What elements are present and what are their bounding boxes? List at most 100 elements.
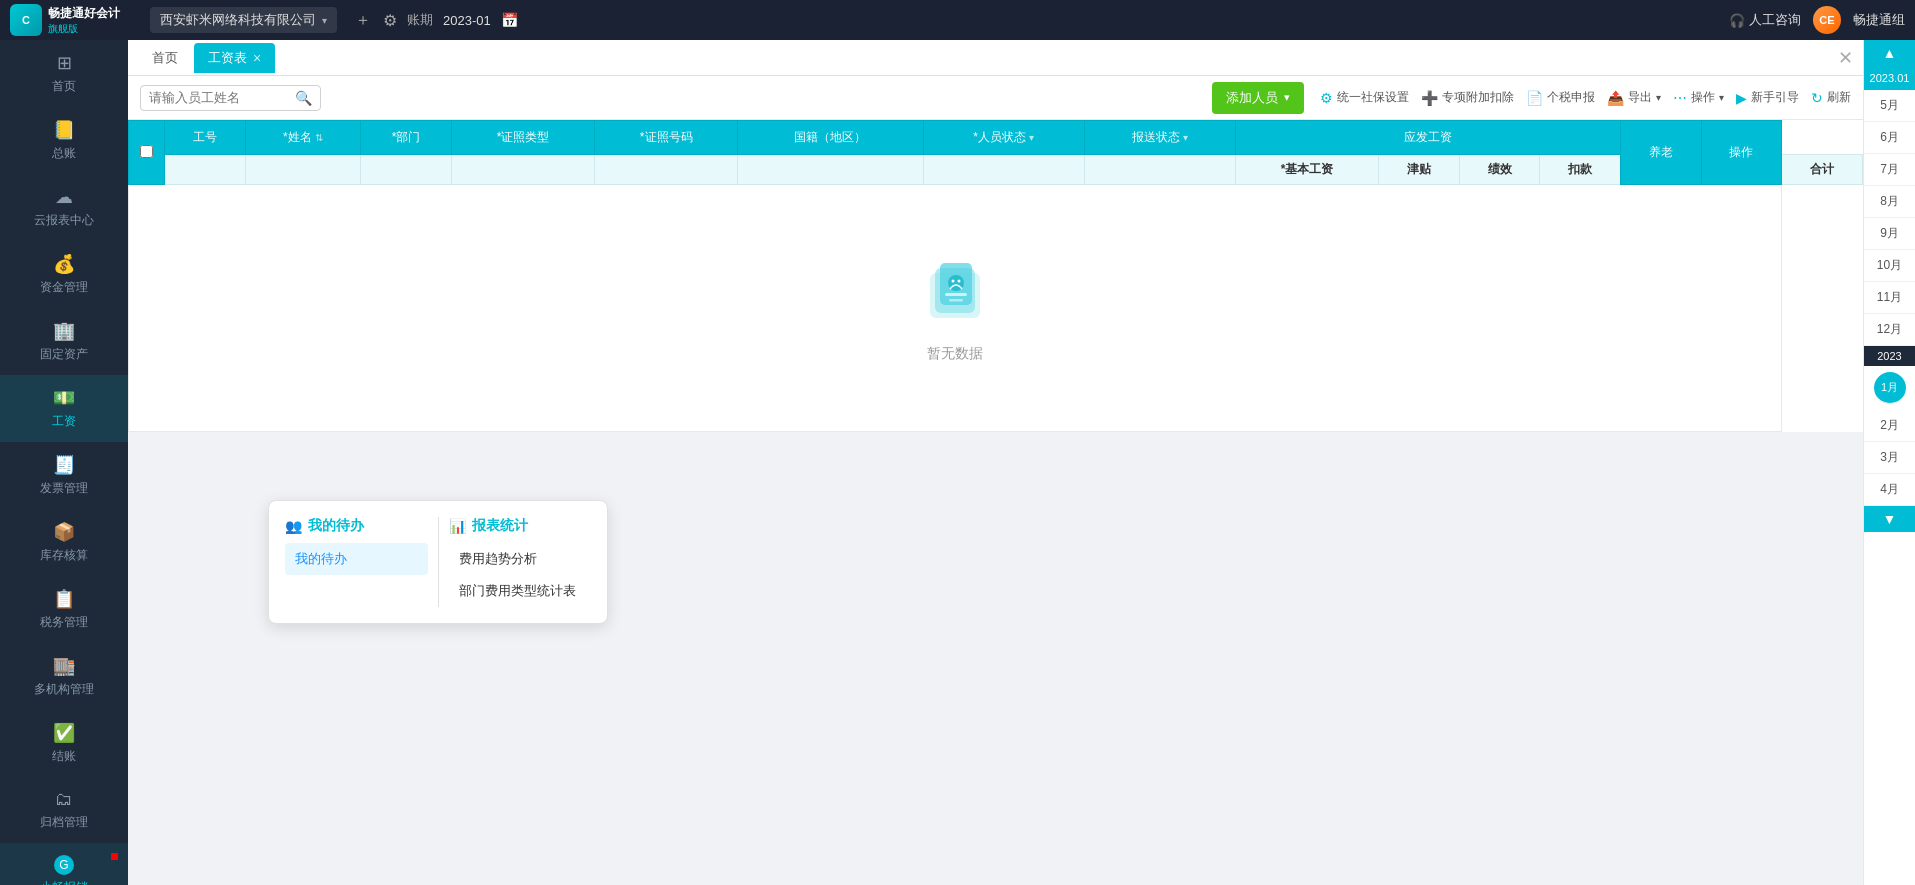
refresh-button[interactable]: ↻ 刷新 bbox=[1811, 89, 1851, 106]
tab-salary[interactable]: 工资表 × bbox=[194, 43, 275, 73]
sidebar-item-settlement[interactable]: ✅ 结账 bbox=[0, 710, 128, 777]
new-guide-button[interactable]: ▶ 新手引导 bbox=[1736, 89, 1799, 106]
popup-divider bbox=[438, 517, 439, 607]
sidebar-item-label: 工资 bbox=[52, 413, 76, 430]
svg-rect-6 bbox=[945, 293, 967, 296]
current-month-wrapper: 1月 bbox=[1864, 366, 1915, 410]
empty-state-cell: 暂无数据 bbox=[129, 185, 1782, 432]
todo-icon: 👥 bbox=[285, 518, 302, 534]
timeline-header: 2023.01 bbox=[1864, 66, 1915, 90]
top-bar: C 畅捷通好会计 旗舰版 西安虾米网络科技有限公司 ▾ ＋ ⚙ 账期 2023-… bbox=[0, 0, 1915, 40]
tax-decl-icon: 📄 bbox=[1526, 90, 1543, 106]
tab-home[interactable]: 首页 bbox=[138, 43, 192, 73]
sidebar-item-finance[interactable]: 💰 资金管理 bbox=[0, 241, 128, 308]
add-employee-button[interactable]: 添加人员 ▾ bbox=[1212, 82, 1304, 114]
sidebar-item-tax[interactable]: 📋 税务管理 bbox=[0, 576, 128, 643]
timeline-item-jul[interactable]: 7月 bbox=[1864, 154, 1915, 186]
sidebar-item-invoice[interactable]: 🧾 发票管理 bbox=[0, 442, 128, 509]
sidebar-item-inventory[interactable]: 📦 库存核算 bbox=[0, 509, 128, 576]
sidebar-item-fixed-assets[interactable]: 🏢 固定资产 bbox=[0, 308, 128, 375]
timeline-item-feb[interactable]: 2月 bbox=[1864, 410, 1915, 442]
settings-icon[interactable]: ⚙ bbox=[383, 11, 397, 30]
report-icon: 📊 bbox=[449, 518, 466, 534]
period-value: 2023-01 bbox=[443, 13, 491, 28]
service-button[interactable]: 🎧 人工咨询 bbox=[1729, 11, 1801, 29]
timeline-down-nav[interactable]: ▼ bbox=[1864, 506, 1915, 532]
sidebar-item-salary[interactable]: 💵 工资 bbox=[0, 375, 128, 442]
sidebar-item-label: 多机构管理 bbox=[34, 681, 94, 698]
tax-declaration-button[interactable]: 📄 个税申报 bbox=[1526, 89, 1595, 106]
timeline-item-jun[interactable]: 6月 bbox=[1864, 122, 1915, 154]
operation-button[interactable]: ⋯ 操作 ▾ bbox=[1673, 89, 1724, 106]
sidebar-item-label: 总账 bbox=[52, 145, 76, 162]
top-right-area: 🎧 人工咨询 CE 畅捷通组 bbox=[1729, 6, 1905, 34]
social-insurance-button[interactable]: ⚙ 统一社保设置 bbox=[1320, 89, 1409, 106]
th2-performance: 绩效 bbox=[1459, 155, 1540, 185]
salary-icon: 💵 bbox=[53, 387, 75, 409]
timeline-item-mar[interactable]: 3月 bbox=[1864, 442, 1915, 474]
deduction-icon: ➕ bbox=[1421, 90, 1438, 106]
th-operations: 操作 bbox=[1701, 121, 1782, 185]
th2-pstatus bbox=[923, 155, 1084, 185]
sidebar-item-label: 小畅报销 bbox=[40, 879, 88, 885]
op-arrow-icon: ▾ bbox=[1719, 92, 1724, 103]
timeline-item-oct[interactable]: 10月 bbox=[1864, 250, 1915, 282]
sidebar-item-archive[interactable]: 🗂 归档管理 bbox=[0, 777, 128, 843]
select-all-checkbox[interactable] bbox=[140, 145, 153, 158]
popup-item-dept-stats[interactable]: 部门费用类型统计表 bbox=[449, 575, 592, 607]
sidebar-item-expense[interactable]: G 小畅报销 bbox=[0, 843, 128, 885]
chevron-down-icon: ▾ bbox=[322, 15, 327, 26]
timeline-item-dec[interactable]: 12月 bbox=[1864, 314, 1915, 346]
special-deduction-button[interactable]: ➕ 专项附加扣除 bbox=[1421, 89, 1514, 106]
timeline-up-nav[interactable]: ▲ bbox=[1864, 40, 1915, 66]
logo-text: 畅捷通好会计 旗舰版 bbox=[48, 5, 120, 36]
ledger-icon: 📒 bbox=[53, 119, 75, 141]
close-window-icon[interactable]: ✕ bbox=[1838, 47, 1853, 69]
report-filter-icon[interactable]: ▾ bbox=[1183, 132, 1188, 143]
th2-allowance: 津贴 bbox=[1379, 155, 1460, 185]
th-name[interactable]: *姓名 ⇅ bbox=[245, 121, 361, 155]
tab-close-icon[interactable]: × bbox=[253, 50, 261, 66]
sidebar-item-label: 库存核算 bbox=[40, 547, 88, 564]
finance-icon: 💰 bbox=[53, 253, 75, 275]
sidebar-item-label: 资金管理 bbox=[40, 279, 88, 296]
user-avatar: CE bbox=[1813, 6, 1841, 34]
sidebar-item-cloud-report[interactable]: ☁ 云报表中心 bbox=[0, 174, 128, 241]
timeline-item-nov[interactable]: 11月 bbox=[1864, 282, 1915, 314]
user-initials: CE bbox=[1819, 14, 1834, 26]
company-selector[interactable]: 西安虾米网络科技有限公司 ▾ bbox=[150, 7, 337, 33]
add-icon[interactable]: ＋ bbox=[355, 10, 371, 31]
sidebar-item-home[interactable]: ⊞ 首页 bbox=[0, 40, 128, 107]
popup-item-todo[interactable]: 我的待办 bbox=[285, 543, 428, 575]
calendar-icon[interactable]: 📅 bbox=[501, 12, 518, 28]
search-icon: 🔍 bbox=[295, 90, 312, 106]
popup-col-right: 📊 报表统计 费用趋势分析 部门费用类型统计表 bbox=[449, 517, 592, 607]
svg-point-4 bbox=[952, 280, 955, 283]
table-container: 工号 *姓名 ⇅ *部门 *证照类型 *证照号码 国籍（地区） *人员状态 ▾ … bbox=[128, 120, 1863, 885]
timeline-item-sep[interactable]: 9月 bbox=[1864, 218, 1915, 250]
insurance-icon: ⚙ bbox=[1320, 90, 1333, 106]
svg-point-5 bbox=[958, 280, 961, 283]
invoice-icon: 🧾 bbox=[53, 454, 75, 476]
user-name: 畅捷通组 bbox=[1853, 11, 1905, 29]
svg-rect-7 bbox=[949, 299, 963, 302]
th2-deduction: 扣款 bbox=[1540, 155, 1621, 185]
tax-icon: 📋 bbox=[53, 588, 75, 610]
refresh-icon: ↻ bbox=[1811, 90, 1823, 106]
export-button[interactable]: 📤 导出 ▾ bbox=[1607, 89, 1661, 106]
timeline-item-aug[interactable]: 8月 bbox=[1864, 186, 1915, 218]
timeline-item-apr[interactable]: 4月 bbox=[1864, 474, 1915, 506]
th2-rstatus bbox=[1084, 155, 1235, 185]
status-filter-icon[interactable]: ▾ bbox=[1029, 132, 1034, 143]
th-id-number: *证照号码 bbox=[595, 121, 738, 155]
search-input[interactable] bbox=[149, 90, 289, 105]
right-timeline: ▲ 2023.01 5月 6月 7月 8月 9月 10月 11月 12月 202… bbox=[1863, 40, 1915, 885]
timeline-item-current[interactable]: 1月 bbox=[1874, 372, 1906, 404]
sidebar-item-multi-org[interactable]: 🏬 多机构管理 bbox=[0, 643, 128, 710]
th-employee-id: 工号 bbox=[165, 121, 246, 155]
sidebar-item-general-ledger[interactable]: 📒 总账 bbox=[0, 107, 128, 174]
popup-item-trend[interactable]: 费用趋势分析 bbox=[449, 543, 592, 575]
sidebar-item-label: 云报表中心 bbox=[34, 212, 94, 229]
timeline-item-may[interactable]: 5月 bbox=[1864, 90, 1915, 122]
popup-right-title: 📊 报表统计 bbox=[449, 517, 592, 535]
